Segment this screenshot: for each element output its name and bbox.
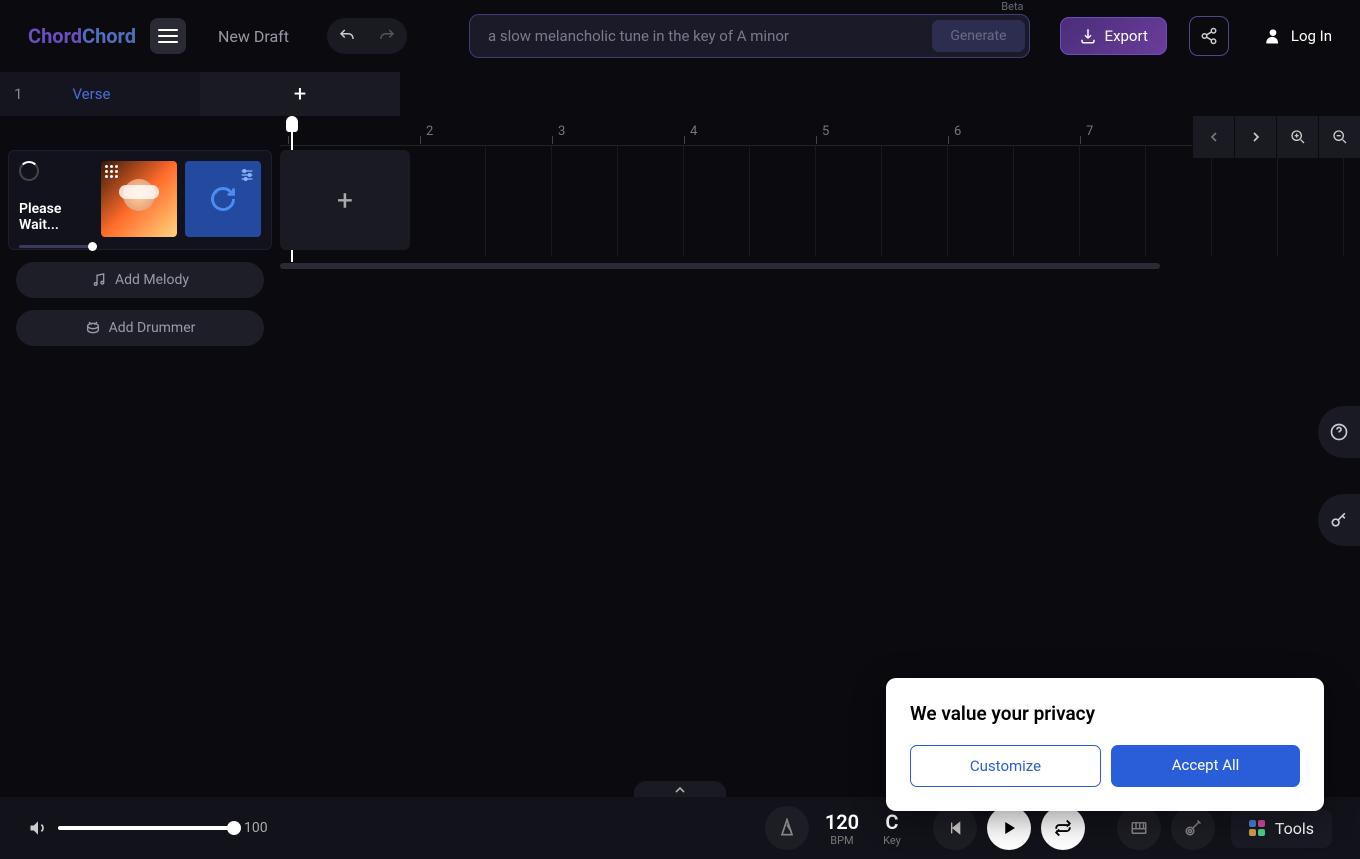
- zoom-in-icon: [1290, 129, 1306, 145]
- cookie-customize-button[interactable]: Customize: [910, 745, 1101, 787]
- add-melody-label: Add Melody: [115, 272, 189, 288]
- track-status: Please Wait...: [19, 201, 93, 233]
- skip-back-icon: [947, 820, 963, 836]
- bpm-value: 120: [825, 810, 859, 834]
- prompt-input[interactable]: [474, 27, 932, 45]
- master-volume-slider[interactable]: [58, 826, 234, 830]
- share-icon: [1200, 27, 1218, 45]
- track-row: +: [280, 146, 1360, 256]
- help-icon: [1329, 422, 1349, 442]
- zoom-out-icon: [1332, 129, 1348, 145]
- cookie-title: We value your privacy: [910, 702, 1300, 725]
- undo-icon: [338, 27, 356, 45]
- key-value: C: [883, 810, 901, 834]
- horizontal-scrollbar[interactable]: [280, 263, 1360, 269]
- login-button[interactable]: Log In: [1263, 26, 1332, 46]
- redo-button[interactable]: [367, 18, 407, 54]
- apps-grid-icon: [1249, 820, 1265, 836]
- bpm-control[interactable]: 120 BPM: [825, 810, 859, 847]
- redo-icon: [378, 27, 396, 45]
- generate-button[interactable]: Generate: [932, 20, 1024, 52]
- piano-button[interactable]: [1117, 806, 1161, 850]
- sparkle-refresh-icon: [209, 185, 237, 213]
- track-volume-slider[interactable]: [19, 245, 93, 248]
- drum-icon: [85, 320, 101, 336]
- tools-label: Tools: [1275, 819, 1314, 838]
- add-drummer-label: Add Drummer: [109, 320, 196, 336]
- metronome-icon: [777, 818, 797, 838]
- bpm-label: BPM: [825, 834, 859, 847]
- guitar-icon: [1184, 819, 1202, 837]
- metronome-button[interactable]: [765, 806, 809, 850]
- play-button[interactable]: [987, 806, 1031, 850]
- rewind-button[interactable]: [933, 806, 977, 850]
- user-icon: [1263, 26, 1283, 46]
- section-number: 1: [14, 85, 22, 103]
- ruler-mark: 4: [690, 124, 697, 139]
- project-title[interactable]: New Draft: [218, 27, 289, 46]
- add-section-button[interactable]: +: [200, 72, 400, 116]
- add-chord-block[interactable]: +: [280, 150, 410, 250]
- loading-spinner-icon: [19, 161, 39, 181]
- melody-icon: [91, 272, 107, 288]
- track-artwork: [101, 161, 177, 237]
- chevron-up-icon: [672, 782, 688, 798]
- export-button[interactable]: Export: [1060, 17, 1167, 55]
- cookie-banner: We value your privacy Customize Accept A…: [886, 678, 1324, 811]
- loop-button[interactable]: [1041, 806, 1085, 850]
- beta-badge: Beta: [1001, 0, 1023, 13]
- ruler-mark: 3: [558, 124, 565, 139]
- add-drummer-button[interactable]: Add Drummer: [16, 310, 264, 346]
- ruler-mark: 7: [1086, 124, 1093, 139]
- key-label: Key: [883, 834, 901, 847]
- chevron-left-icon: [1206, 129, 1222, 145]
- hamburger-icon: [158, 29, 178, 43]
- ruler-mark: 2: [426, 124, 433, 139]
- play-icon: [1000, 819, 1018, 837]
- sliders-icon[interactable]: [239, 167, 255, 183]
- hamburger-menu-button[interactable]: [150, 18, 186, 54]
- logo[interactable]: ChordChord: [28, 24, 136, 48]
- volume-icon[interactable]: [28, 818, 48, 838]
- ruler-mark: 6: [954, 124, 961, 139]
- export-label: Export: [1105, 27, 1148, 45]
- track-regenerate-panel[interactable]: [185, 161, 261, 237]
- add-melody-button[interactable]: Add Melody: [16, 262, 264, 298]
- piano-icon: [1130, 819, 1148, 837]
- key-control[interactable]: C Key: [883, 810, 901, 847]
- loop-icon: [1054, 819, 1072, 837]
- section-name: Verse: [72, 85, 110, 103]
- login-label: Log In: [1291, 27, 1332, 45]
- chevron-right-icon: [1248, 129, 1264, 145]
- share-button[interactable]: [1189, 16, 1229, 56]
- volume-value: 100: [244, 820, 268, 836]
- section-tab[interactable]: 1 Verse: [0, 72, 200, 116]
- drag-grip-icon[interactable]: [105, 165, 119, 179]
- ruler-mark: 5: [822, 124, 829, 139]
- tools-button[interactable]: Tools: [1231, 809, 1332, 848]
- download-icon: [1079, 27, 1097, 45]
- undo-button[interactable]: [327, 18, 367, 54]
- guitar-button[interactable]: [1171, 806, 1215, 850]
- key-icon: [1329, 510, 1349, 530]
- cookie-accept-button[interactable]: Accept All: [1111, 745, 1300, 787]
- track-card[interactable]: Please Wait...: [8, 150, 272, 250]
